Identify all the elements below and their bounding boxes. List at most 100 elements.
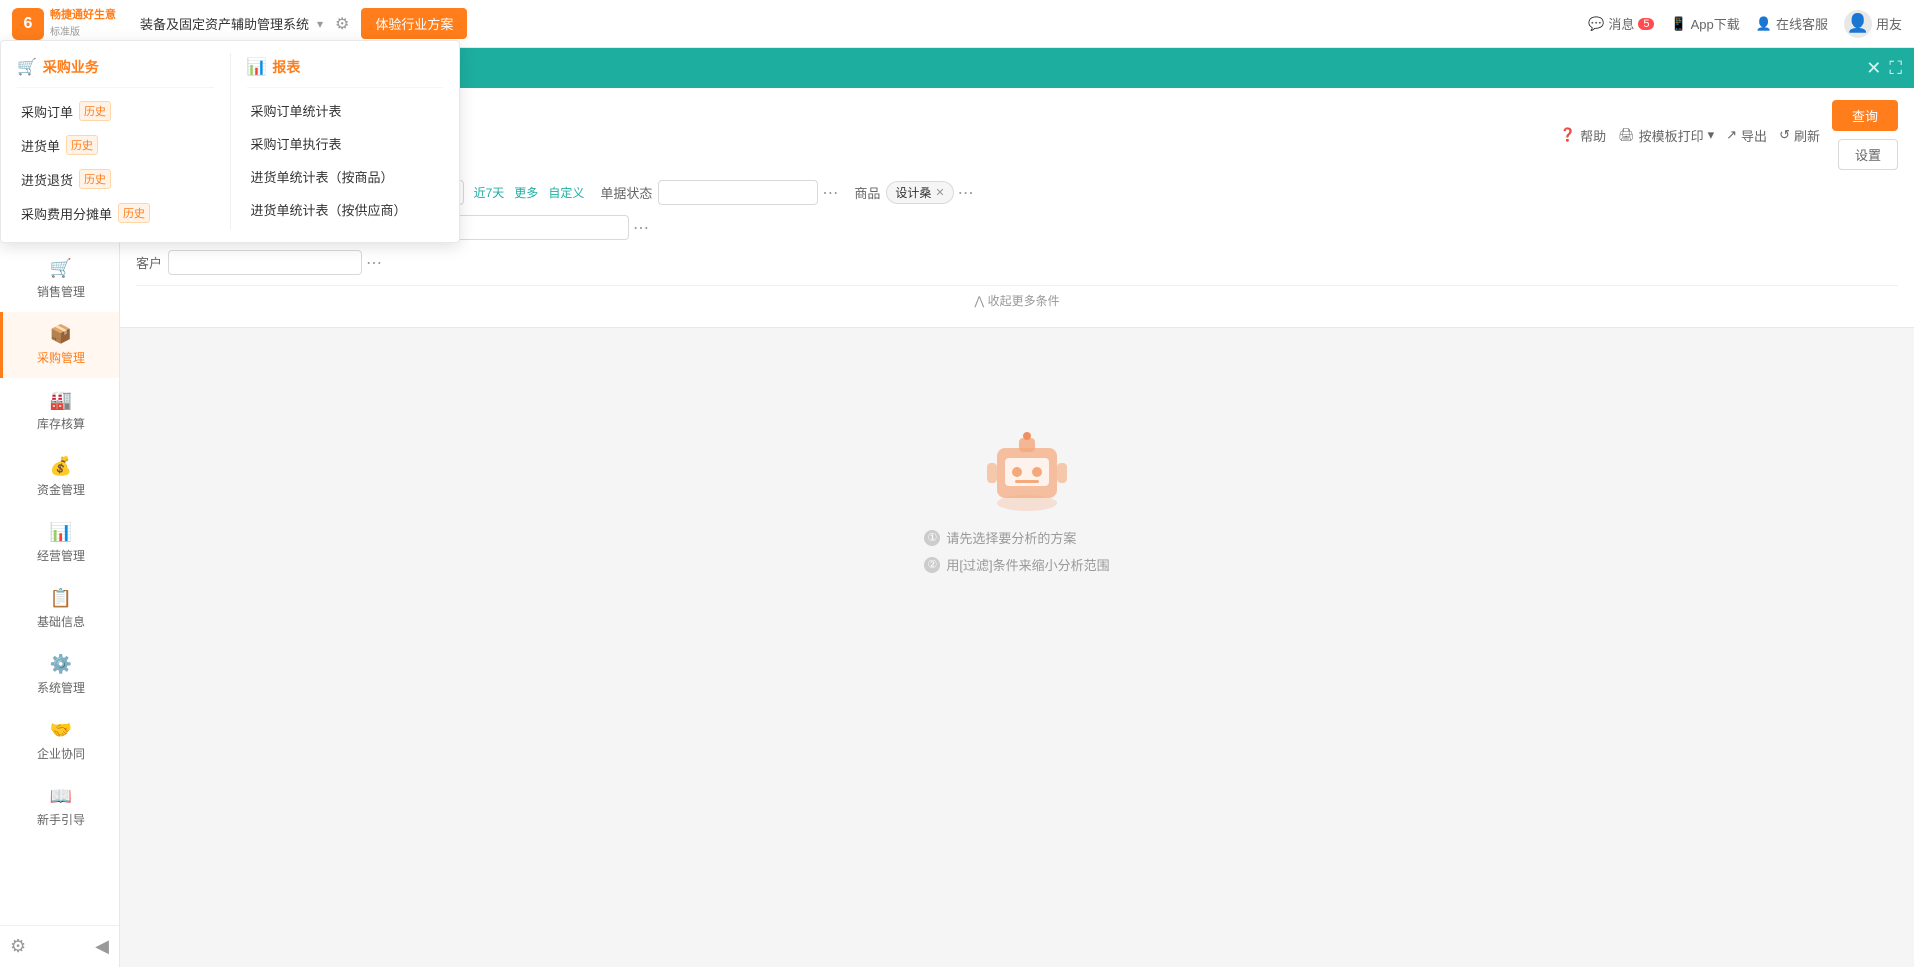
customer-dots[interactable]: ⋯ (366, 253, 382, 273)
online-service-item[interactable]: 👤 在线客服 (1756, 14, 1828, 33)
inventory-icon: 🏭 (50, 390, 72, 411)
gear-icon[interactable]: ⚙ (335, 14, 349, 34)
sidebar-label-operations: 经营管理 (37, 547, 85, 564)
collapse-bar[interactable]: ⋀ 收起更多条件 (136, 285, 1898, 315)
purchase-col-icon: 🛒 (17, 57, 37, 77)
phone-icon: 📱 (1670, 16, 1686, 32)
logo-area: 6 畅捷通好生意 标准版 (12, 8, 132, 40)
sidebar-bottom: ⚙ ◀ (0, 925, 119, 967)
collapse-sidebar-icon[interactable]: ◀ (95, 936, 109, 957)
menu-item-purchase-order-exec[interactable]: 采购订单执行表 (247, 127, 444, 160)
empty-tips: ① 请先选择要分析的方案 ② 用[过滤]条件来缩小分析范围 (924, 528, 1109, 574)
logo-icon: 6 (12, 8, 44, 40)
empty-illustration (967, 408, 1067, 508)
goods-dots[interactable]: ⋯ (958, 183, 974, 203)
date-quick-7days[interactable]: 近7天 (474, 184, 505, 201)
enterprise-icon: 🤝 (50, 720, 72, 741)
help-btn[interactable]: ❓ 帮助 (1560, 126, 1606, 145)
main-layout: 🔍 搜索菜单 🏠 快捷导航 📣 营销推广 🛒 销售管理 📦 采购管理 🏭 库存核… (0, 48, 1914, 967)
settings-bottom-icon[interactable]: ⚙ (10, 936, 26, 957)
export-icon: ↗ (1726, 127, 1737, 143)
user-label: 用友 (1876, 14, 1902, 33)
tab-close-all-icon[interactable]: ✕ (1866, 58, 1881, 79)
sidebar-label-finance: 资金管理 (37, 481, 85, 498)
inbound-label: 进货单 (21, 136, 60, 155)
industry-btn[interactable]: 体验行业方案 (361, 8, 467, 39)
tab-expand-icon[interactable]: ⛶ (1889, 58, 1902, 79)
menu-item-purchase-order-stat[interactable]: 采购订单统计表 (247, 94, 444, 127)
purchase-order-label: 采购订单 (21, 102, 73, 121)
basic-info-icon: 📋 (50, 588, 72, 609)
print-label: 按模板打印 (1639, 126, 1704, 145)
menu-item-inbound-stat-goods[interactable]: 进货单统计表（按商品） (247, 160, 444, 193)
purchase-col-title: 采购业务 (43, 57, 99, 77)
sidebar-label-guide: 新手引导 (37, 811, 85, 828)
app-download-item[interactable]: 📱 App下载 (1670, 14, 1739, 33)
purchase-expense-label: 采购费用分摊单 (21, 204, 112, 223)
purchase-order-exec-label: 采购订单执行表 (251, 134, 342, 153)
refresh-btn[interactable]: ↺ 刷新 (1779, 126, 1820, 145)
query-btn[interactable]: 查询 (1832, 100, 1898, 131)
sidebar-item-system[interactable]: ⚙️ 系统管理 (0, 642, 119, 708)
message-icon: 💬 (1588, 16, 1604, 32)
menu-item-inbound-stat-supplier[interactable]: 进货单统计表（按供应商） (247, 193, 444, 226)
purchase-dropdown-menu: 🛒 采购业务 采购订单 历史 进货单 历史 进货退货 历史 采购费用分摊单 (0, 40, 460, 243)
help-icon: ❓ (1560, 127, 1576, 143)
customer-filter: 客户 ⋯ (136, 250, 382, 275)
sidebar-item-guide[interactable]: 📖 新手引导 (0, 774, 119, 840)
sidebar-item-finance[interactable]: 💰 资金管理 (0, 444, 119, 510)
customer-input[interactable] (168, 250, 362, 275)
export-btn[interactable]: ↗ 导出 (1726, 126, 1767, 145)
setting-btn[interactable]: 设置 (1838, 139, 1898, 170)
sidebar-item-basic-info[interactable]: 📋 基础信息 (0, 576, 119, 642)
menu-item-inbound[interactable]: 进货单 历史 (17, 128, 214, 162)
sidebar-item-enterprise[interactable]: 🤝 企业协同 (0, 708, 119, 774)
customer-label: 客户 (136, 253, 162, 272)
sidebar-item-purchase[interactable]: 📦 采购管理 (0, 312, 119, 378)
goods-filter: 商品 设计桑 ✕ ⋯ (854, 181, 973, 204)
doc-status-filter: 单据状态 ⋯ (600, 180, 838, 205)
sidebar-label-enterprise: 企业协同 (37, 745, 85, 762)
goods-tag: 设计桑 ✕ (886, 181, 953, 204)
salesperson-input[interactable] (435, 215, 629, 240)
report-col-icon: 📊 (247, 57, 267, 77)
sys-title-arrow[interactable]: ▾ (317, 17, 323, 31)
avatar: 👤 (1844, 10, 1872, 38)
operations-icon: 📊 (50, 522, 72, 543)
salesperson-dots[interactable]: ⋯ (633, 218, 649, 238)
tip-text-2: 用[过滤]条件来缩小分析范围 (946, 555, 1109, 574)
date-quick-custom[interactable]: 自定义 (548, 184, 584, 201)
message-item[interactable]: 💬 消息 5 (1588, 14, 1654, 33)
doc-status-dots[interactable]: ⋯ (822, 183, 838, 203)
purchase-icon: 📦 (50, 324, 72, 345)
goods-tag-close[interactable]: ✕ (935, 186, 944, 199)
system-icon: ⚙️ (50, 654, 72, 675)
sidebar-label-sales: 销售管理 (37, 283, 85, 300)
goods-label: 商品 (854, 183, 880, 202)
sidebar-item-inventory[interactable]: 🏭 库存核算 (0, 378, 119, 444)
sidebar-item-sales[interactable]: 🛒 销售管理 (0, 246, 119, 312)
refresh-label: 刷新 (1794, 126, 1820, 145)
tip-num-1: ① (924, 530, 940, 546)
goods-tag-text: 设计桑 (895, 184, 931, 201)
service-icon: 👤 (1756, 16, 1772, 32)
purchase-col-header: 🛒 采购业务 (17, 53, 214, 88)
brand-name: 畅捷通好生意 (50, 9, 116, 22)
date-quick-more[interactable]: 更多 (514, 184, 538, 201)
user-item[interactable]: 👤 用友 (1844, 10, 1902, 38)
doc-status-select[interactable] (658, 180, 818, 205)
print-arrow: ▾ (1708, 127, 1715, 143)
menu-item-purchase-order[interactable]: 采购订单 历史 (17, 94, 214, 128)
print-btn[interactable]: 🖨 按模板打印 ▾ (1618, 126, 1714, 145)
inbound-history-tag: 历史 (66, 135, 98, 155)
sidebar-item-operations[interactable]: 📊 经营管理 (0, 510, 119, 576)
sys-title: 装备及固定资产辅助管理系统 (140, 14, 309, 33)
menu-item-inbound-return[interactable]: 进货退货 历史 (17, 162, 214, 196)
report-col: 📊 报表 采购订单统计表 采购订单执行表 进货单统计表（按商品） 进货单统计表（… (230, 53, 460, 230)
filter-row-3: 客户 ⋯ (136, 250, 1898, 275)
purchase-expense-history-tag: 历史 (118, 203, 150, 223)
inbound-return-label: 进货退货 (21, 170, 73, 189)
menu-item-purchase-expense[interactable]: 采购费用分摊单 历史 (17, 196, 214, 230)
sidebar-label-purchase: 采购管理 (37, 349, 85, 366)
empty-tip-2: ② 用[过滤]条件来缩小分析范围 (924, 555, 1109, 574)
